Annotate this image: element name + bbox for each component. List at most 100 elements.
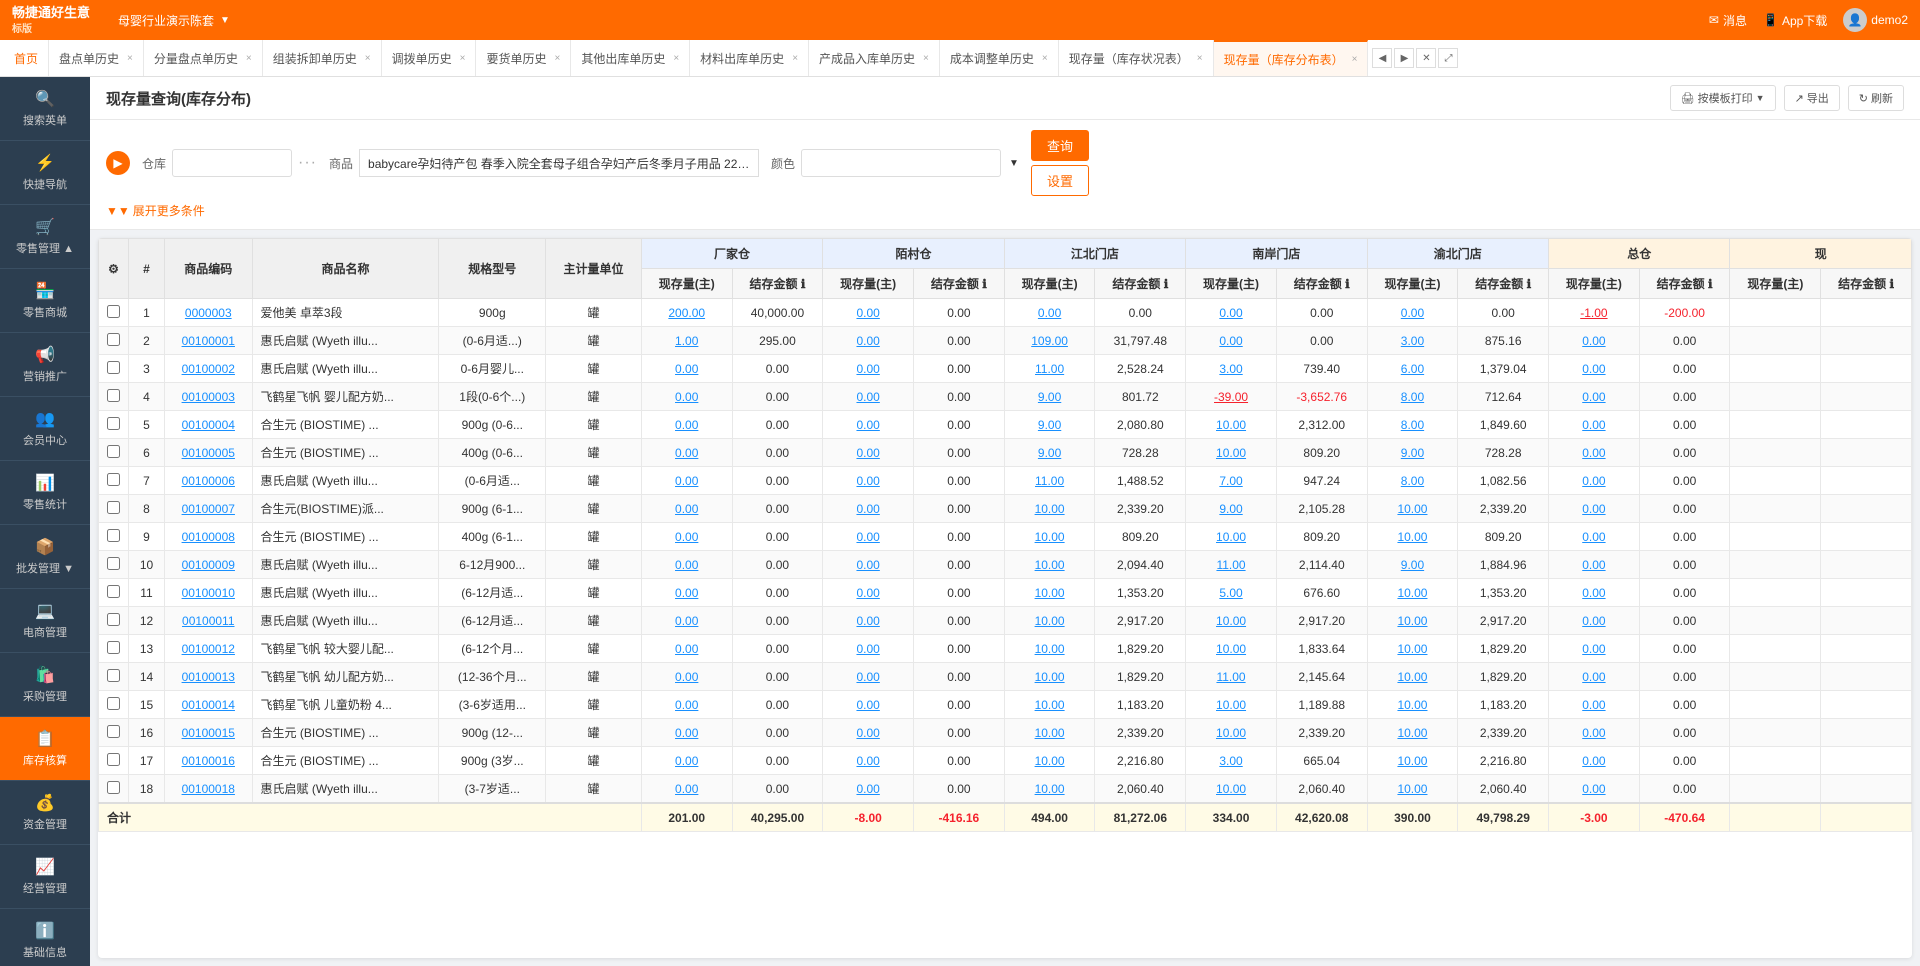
cell-total-qty[interactable]: 0.00: [1549, 355, 1640, 383]
close-icon[interactable]: ×: [127, 53, 133, 64]
cell-ybq-qty[interactable]: 8.00: [1367, 411, 1458, 439]
tab-assembly[interactable]: 组装拆卸单历史 ×: [263, 40, 382, 76]
cell-ybq-qty[interactable]: 8.00: [1367, 467, 1458, 495]
cell-code[interactable]: 00100008: [165, 523, 253, 551]
cell-checkbox[interactable]: [99, 467, 129, 495]
expand-btn[interactable]: ▼▼ 展开更多条件: [106, 202, 1904, 219]
cell-naq-qty[interactable]: 10.00: [1186, 775, 1277, 804]
industry-selector[interactable]: 母婴行业演示陈套 ▼: [118, 12, 230, 29]
tab-inventory-check[interactable]: 盘点单历史 ×: [49, 40, 144, 76]
cell-mcq-qty[interactable]: 0.00: [823, 551, 914, 579]
cell-code[interactable]: 00100002: [165, 355, 253, 383]
sidebar-item-search[interactable]: 🔍 搜索英单: [0, 77, 90, 141]
filter-toggle-btn[interactable]: ▶: [106, 151, 130, 175]
sidebar-item-members[interactable]: 👥 会员中心: [0, 397, 90, 461]
cell-checkbox[interactable]: [99, 635, 129, 663]
cell-jbq-qty[interactable]: 10.00: [1004, 719, 1095, 747]
cell-jbq-qty[interactable]: 10.00: [1004, 775, 1095, 804]
cell-cfq-qty[interactable]: 0.00: [641, 495, 732, 523]
cell-total-qty[interactable]: 0.00: [1549, 439, 1640, 467]
cell-cfq-qty[interactable]: 0.00: [641, 747, 732, 775]
cell-jbq-qty[interactable]: 10.00: [1004, 747, 1095, 775]
cell-cfq-qty[interactable]: 0.00: [641, 355, 732, 383]
cell-ybq-qty[interactable]: 10.00: [1367, 523, 1458, 551]
sidebar-item-base-info[interactable]: ℹ️ 基础信息: [0, 909, 90, 966]
tab-home[interactable]: 首页: [4, 40, 49, 76]
close-icon[interactable]: ×: [1197, 53, 1203, 64]
sidebar-item-marketing[interactable]: 📢 营销推广: [0, 333, 90, 397]
cell-total-qty[interactable]: 0.00: [1549, 383, 1640, 411]
sidebar-item-retail-shop[interactable]: 🏪 零售商城: [0, 269, 90, 333]
cell-cfq-qty[interactable]: 0.00: [641, 523, 732, 551]
color-input[interactable]: [801, 149, 1001, 177]
nav-expand-btn[interactable]: ⤢: [1438, 48, 1458, 68]
cell-checkbox[interactable]: [99, 551, 129, 579]
cell-ybq-qty[interactable]: 9.00: [1367, 551, 1458, 579]
cell-jbq-qty[interactable]: 0.00: [1004, 299, 1095, 327]
cell-total-qty[interactable]: 0.00: [1549, 663, 1640, 691]
cell-jbq-qty[interactable]: 10.00: [1004, 607, 1095, 635]
sidebar-item-ecommerce[interactable]: 💻 电商管理: [0, 589, 90, 653]
cell-checkbox[interactable]: [99, 579, 129, 607]
cell-total-qty[interactable]: 0.00: [1549, 327, 1640, 355]
message-btn[interactable]: ✉ 消息: [1709, 12, 1747, 29]
cell-ybq-qty[interactable]: 8.00: [1367, 383, 1458, 411]
cell-checkbox[interactable]: [99, 607, 129, 635]
cell-checkbox[interactable]: [99, 439, 129, 467]
close-icon[interactable]: ×: [365, 53, 371, 64]
cell-ybq-qty[interactable]: 10.00: [1367, 691, 1458, 719]
cell-ybq-qty[interactable]: 10.00: [1367, 607, 1458, 635]
cell-mcq-qty[interactable]: 0.00: [823, 495, 914, 523]
tab-stock-status[interactable]: 现存量（库存状况表） ×: [1059, 40, 1214, 76]
warehouse-more-btn[interactable]: ···: [298, 154, 317, 172]
cell-naq-qty[interactable]: 3.00: [1186, 355, 1277, 383]
cell-naq-qty[interactable]: 10.00: [1186, 523, 1277, 551]
tab-partial-check[interactable]: 分量盘点单历史 ×: [144, 40, 263, 76]
cell-total-qty[interactable]: 0.00: [1549, 523, 1640, 551]
cell-mcq-qty[interactable]: 0.00: [823, 635, 914, 663]
cell-ybq-qty[interactable]: 10.00: [1367, 635, 1458, 663]
cell-cfq-qty[interactable]: 0.00: [641, 383, 732, 411]
cell-code[interactable]: 00100018: [165, 775, 253, 804]
sidebar-item-inventory[interactable]: 📋 库存核算: [0, 717, 90, 781]
cell-mcq-qty[interactable]: 0.00: [823, 607, 914, 635]
cell-cfq-qty[interactable]: 0.00: [641, 691, 732, 719]
cell-checkbox[interactable]: [99, 747, 129, 775]
close-icon[interactable]: ×: [923, 53, 929, 64]
print-btn[interactable]: 🖨 按模板打印 ▼: [1670, 85, 1776, 111]
cell-code[interactable]: 0000003: [165, 299, 253, 327]
cell-naq-qty[interactable]: 10.00: [1186, 411, 1277, 439]
cell-naq-qty[interactable]: 7.00: [1186, 467, 1277, 495]
cell-jbq-qty[interactable]: 9.00: [1004, 383, 1095, 411]
cell-jbq-qty[interactable]: 10.00: [1004, 495, 1095, 523]
cell-ybq-qty[interactable]: 9.00: [1367, 439, 1458, 467]
cell-code[interactable]: 00100014: [165, 691, 253, 719]
cell-checkbox[interactable]: [99, 327, 129, 355]
cell-code[interactable]: 00100011: [165, 607, 253, 635]
cell-naq-qty[interactable]: 10.00: [1186, 691, 1277, 719]
cell-checkbox[interactable]: [99, 719, 129, 747]
cell-naq-qty[interactable]: -39.00: [1186, 383, 1277, 411]
cell-naq-qty[interactable]: 10.00: [1186, 719, 1277, 747]
cell-ybq-qty[interactable]: 10.00: [1367, 495, 1458, 523]
cell-cfq-qty[interactable]: 0.00: [641, 775, 732, 804]
cell-total-qty[interactable]: 0.00: [1549, 719, 1640, 747]
cell-code[interactable]: 00100009: [165, 551, 253, 579]
sidebar-item-purchase[interactable]: 🛍️ 采购管理: [0, 653, 90, 717]
cell-cfq-qty[interactable]: 0.00: [641, 635, 732, 663]
tab-order[interactable]: 要货单历史 ×: [476, 40, 571, 76]
cell-cfq-qty[interactable]: 1.00: [641, 327, 732, 355]
refresh-btn[interactable]: ↻ 刷新: [1848, 85, 1904, 111]
cell-code[interactable]: 00100007: [165, 495, 253, 523]
cell-ybq-qty[interactable]: 10.00: [1367, 747, 1458, 775]
cell-jbq-qty[interactable]: 9.00: [1004, 411, 1095, 439]
cell-total-qty[interactable]: 0.00: [1549, 635, 1640, 663]
cell-total-qty[interactable]: 0.00: [1549, 467, 1640, 495]
cell-total-qty[interactable]: 0.00: [1549, 607, 1640, 635]
cell-total-qty[interactable]: 0.00: [1549, 495, 1640, 523]
cell-naq-qty[interactable]: 11.00: [1186, 551, 1277, 579]
cell-naq-qty[interactable]: 10.00: [1186, 439, 1277, 467]
cell-naq-qty[interactable]: 3.00: [1186, 747, 1277, 775]
close-icon[interactable]: ×: [246, 53, 252, 64]
cell-jbq-qty[interactable]: 10.00: [1004, 691, 1095, 719]
